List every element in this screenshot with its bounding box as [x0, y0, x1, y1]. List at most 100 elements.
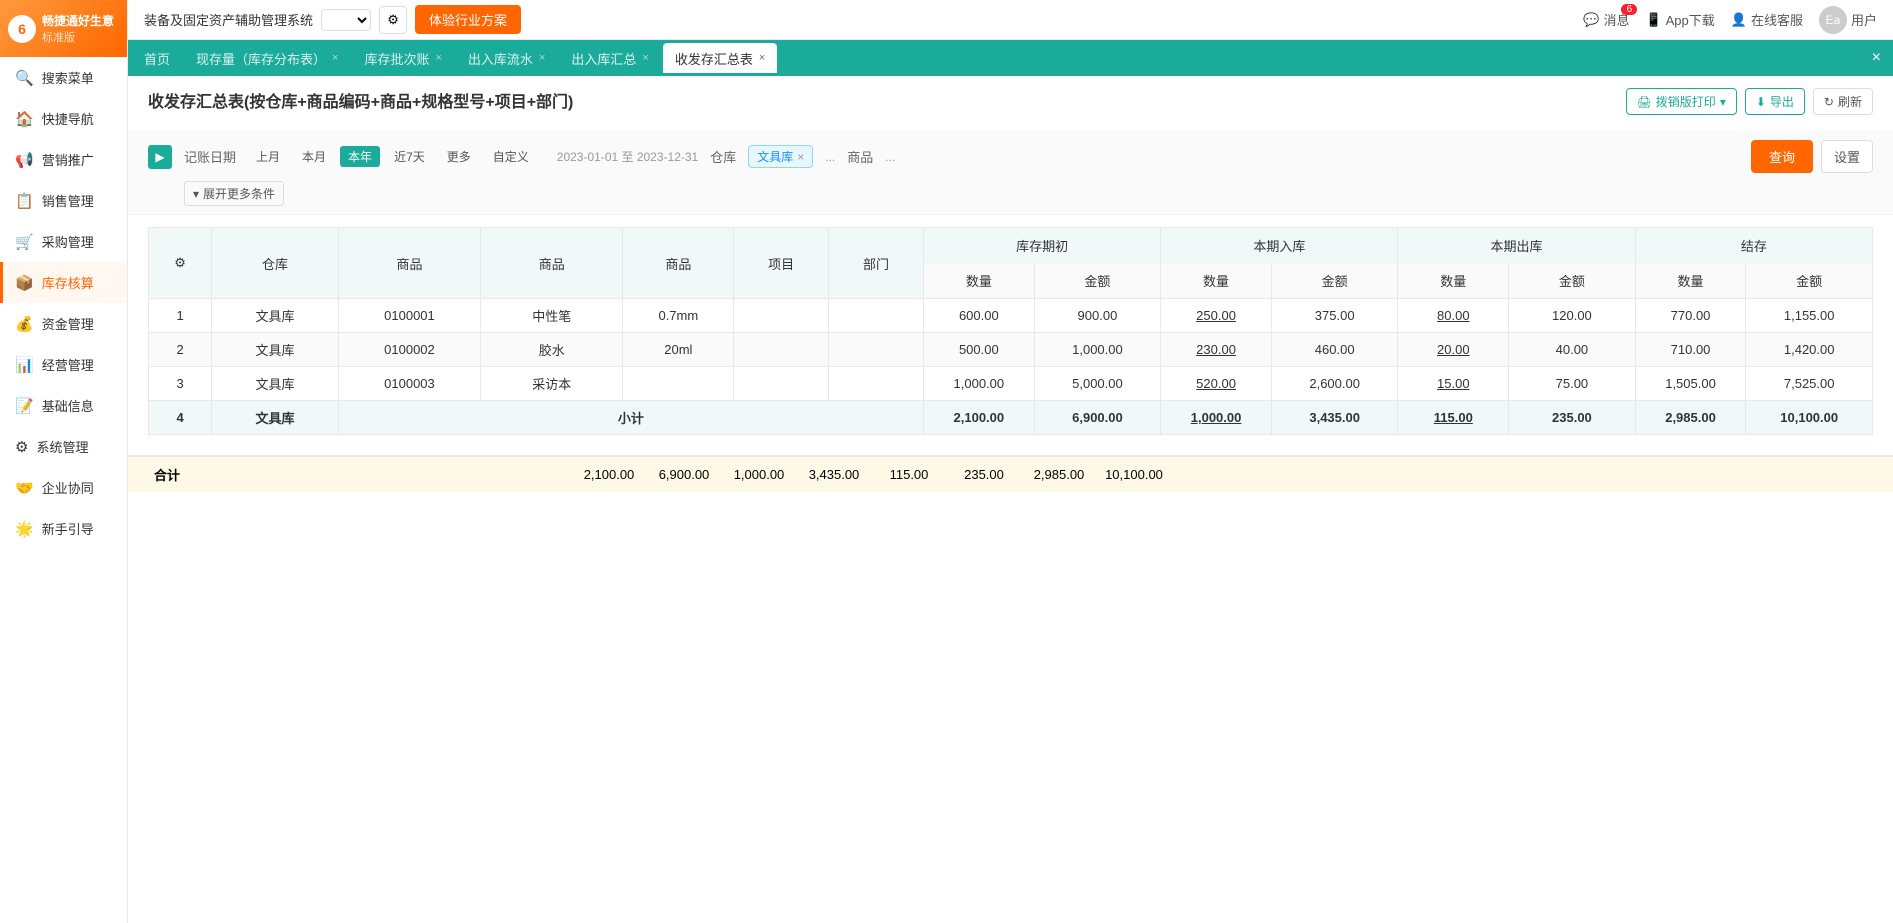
- query-actions: 查询 设置: [1751, 140, 1873, 173]
- tab-close-inout-flow[interactable]: ×: [539, 52, 545, 64]
- date-7days[interactable]: 近7天: [386, 146, 433, 167]
- warehouse-tag-close[interactable]: ×: [797, 150, 804, 164]
- sidebar-item-search[interactable]: 🔍搜索菜单: [0, 57, 127, 98]
- tab-close-batch[interactable]: ×: [435, 52, 441, 64]
- subtotal-warehouse: 文具库: [212, 401, 339, 435]
- th-goods-name: 商品: [481, 228, 623, 299]
- table-setting-button[interactable]: 设置: [1821, 140, 1873, 173]
- footer-out-amt: 235.00: [944, 467, 1024, 482]
- table-row: 2 文具库 0100002 胶水 20ml 500.00 1,000.00 23…: [149, 333, 1873, 367]
- cell-in-qty[interactable]: 230.00: [1161, 333, 1272, 367]
- cell-open-amt: 900.00: [1034, 299, 1161, 333]
- cell-name: 采访本: [481, 367, 623, 401]
- message-icon: 💬: [1583, 12, 1599, 28]
- tab-close-inout-summary[interactable]: ×: [642, 52, 648, 64]
- footer-bal-qty: 2,985.00: [1024, 467, 1094, 482]
- online-service-action[interactable]: 👤 在线客服: [1731, 10, 1803, 29]
- sidebar-item-operations[interactable]: 📊经营管理: [0, 344, 127, 385]
- subtotal-out-qty[interactable]: 115.00: [1398, 401, 1509, 435]
- sidebar-item-collab[interactable]: 🤝企业协同: [0, 467, 127, 508]
- tab-batch[interactable]: 库存批次账 ×: [352, 43, 453, 73]
- sidebar-item-quick-nav[interactable]: 🏠快捷导航: [0, 98, 127, 139]
- user-action[interactable]: Ea 用户: [1819, 6, 1877, 34]
- tab-label-recv-send-summary: 收发存汇总表: [675, 49, 753, 68]
- sidebar-item-marketing[interactable]: 📢营销推广: [0, 139, 127, 180]
- cell-out-qty[interactable]: 15.00: [1398, 367, 1509, 401]
- subtotal-open-amt: 6,900.00: [1034, 401, 1161, 435]
- sidebar-label-search: 搜索菜单: [42, 68, 94, 87]
- date-more[interactable]: 更多: [439, 146, 479, 167]
- cell-name: 中性笔: [481, 299, 623, 333]
- service-icon: 👤: [1731, 12, 1747, 28]
- sidebar-item-finance[interactable]: 💰资金管理: [0, 303, 127, 344]
- sidebar-item-purchase[interactable]: 🛒采购管理: [0, 221, 127, 262]
- query-button[interactable]: 查询: [1751, 140, 1813, 173]
- date-this-month[interactable]: 本月: [294, 146, 334, 167]
- cell-no: 1: [149, 299, 212, 333]
- tab-recv-send-summary[interactable]: 收发存汇总表 ×: [663, 43, 777, 73]
- goods-filter-label: 商品: [847, 147, 873, 166]
- subtotal-label: 小计: [338, 401, 923, 435]
- th-period-in: 本期入库: [1161, 228, 1398, 264]
- expand-conditions-btn[interactable]: ▾ 展开更多条件: [184, 181, 284, 206]
- cell-project: [734, 299, 829, 333]
- print-button[interactable]: 🖨 拨销版打印 ▾: [1626, 88, 1737, 115]
- filter-row-1: ▶ 记账日期 上月 本月 本年 近7天 更多 自定义 2023-01-01 至 …: [148, 140, 1873, 173]
- cell-out-qty[interactable]: 20.00: [1398, 333, 1509, 367]
- sidebar-item-basic-info[interactable]: 📝基础信息: [0, 385, 127, 426]
- warehouse-more-btn[interactable]: ...: [825, 150, 835, 164]
- sidebar-item-system[interactable]: ⚙系统管理: [0, 426, 127, 467]
- trial-button[interactable]: 体验行业方案: [415, 5, 521, 34]
- cell-project: [734, 367, 829, 401]
- date-last-month[interactable]: 上月: [248, 146, 288, 167]
- tab-inout-flow[interactable]: 出入库流水×: [456, 43, 557, 73]
- sidebar-item-guide[interactable]: 🌟新手引导: [0, 508, 127, 549]
- table-container: ⚙ 仓库 商品 商品 商品 项目 部门 库存期初 本期入库 本期出库 结存 数量: [128, 227, 1893, 455]
- settings-button[interactable]: ⚙: [379, 6, 407, 34]
- tab-inout-summary[interactable]: 出入库汇总×: [559, 43, 660, 73]
- warehouse-tag-text: 文具库: [757, 148, 793, 165]
- sidebar-item-sales[interactable]: 📋销售管理: [0, 180, 127, 221]
- subtotal-no: 4: [149, 401, 212, 435]
- cell-name: 胶水: [481, 333, 623, 367]
- th-open-qty: 数量: [923, 263, 1034, 299]
- date-custom[interactable]: 自定义: [485, 146, 537, 167]
- tab-bar-close-btn[interactable]: ×: [1864, 49, 1889, 67]
- refresh-icon: ↻: [1824, 95, 1834, 109]
- footer-in-qty: 1,000.00: [724, 467, 794, 482]
- messages-badge: 6: [1621, 4, 1637, 15]
- cell-in-qty[interactable]: 250.00: [1161, 299, 1272, 333]
- cell-project: [734, 333, 829, 367]
- sidebar: 6 畅捷通好生意 标准版 🔍搜索菜单🏠快捷导航📢营销推广📋销售管理🛒采购管理📦库…: [0, 0, 128, 923]
- th-goods-code: 商品: [338, 228, 480, 299]
- refresh-button[interactable]: ↻ 刷新: [1813, 88, 1873, 115]
- sidebar-item-inventory[interactable]: 📦库存核算: [0, 262, 127, 303]
- tab-close-recv-send-summary[interactable]: ×: [759, 52, 765, 64]
- tab-inventory-dist[interactable]: 现存量（库存分布表） ×: [184, 43, 350, 73]
- subtotal-in-qty[interactable]: 1,000.00: [1161, 401, 1272, 435]
- user-label: 用户: [1851, 10, 1877, 29]
- tab-label-inventory-dist: 现存量（库存分布表）: [196, 49, 326, 68]
- tab-close-inventory-dist[interactable]: ×: [332, 52, 338, 64]
- date-this-year[interactable]: 本年: [340, 146, 380, 167]
- export-button[interactable]: ⬇ 导出: [1745, 88, 1805, 115]
- cell-spec: 20ml: [623, 333, 734, 367]
- cell-warehouse: 文具库: [212, 367, 339, 401]
- sidebar-label-purchase: 采购管理: [42, 232, 94, 251]
- cell-in-qty[interactable]: 520.00: [1161, 367, 1272, 401]
- tab-home[interactable]: 首页: [132, 43, 182, 73]
- subtotal-out-amt: 235.00: [1509, 401, 1636, 435]
- filter-toggle[interactable]: ▶: [148, 145, 172, 169]
- messages-action[interactable]: 💬 消息 6: [1583, 10, 1629, 29]
- app-download-action[interactable]: 📱 App下载: [1645, 10, 1714, 29]
- top-header: 装备及固定资产辅助管理系统 ⚙ 体验行业方案 💬 消息 6 📱 App下载 👤 …: [128, 0, 1893, 40]
- th-settings[interactable]: ⚙: [149, 228, 212, 299]
- footer-total-row: 合计 2,100.00 6,900.00 1,000.00 3,435.00 1…: [128, 455, 1893, 492]
- sidebar-label-operations: 经营管理: [42, 355, 94, 374]
- th-balance: 结存: [1635, 228, 1872, 264]
- cell-out-qty[interactable]: 80.00: [1398, 299, 1509, 333]
- system-select[interactable]: [321, 9, 371, 31]
- tab-label-batch: 库存批次账: [364, 49, 429, 68]
- cell-spec: [623, 367, 734, 401]
- goods-more-btn[interactable]: ...: [885, 150, 895, 164]
